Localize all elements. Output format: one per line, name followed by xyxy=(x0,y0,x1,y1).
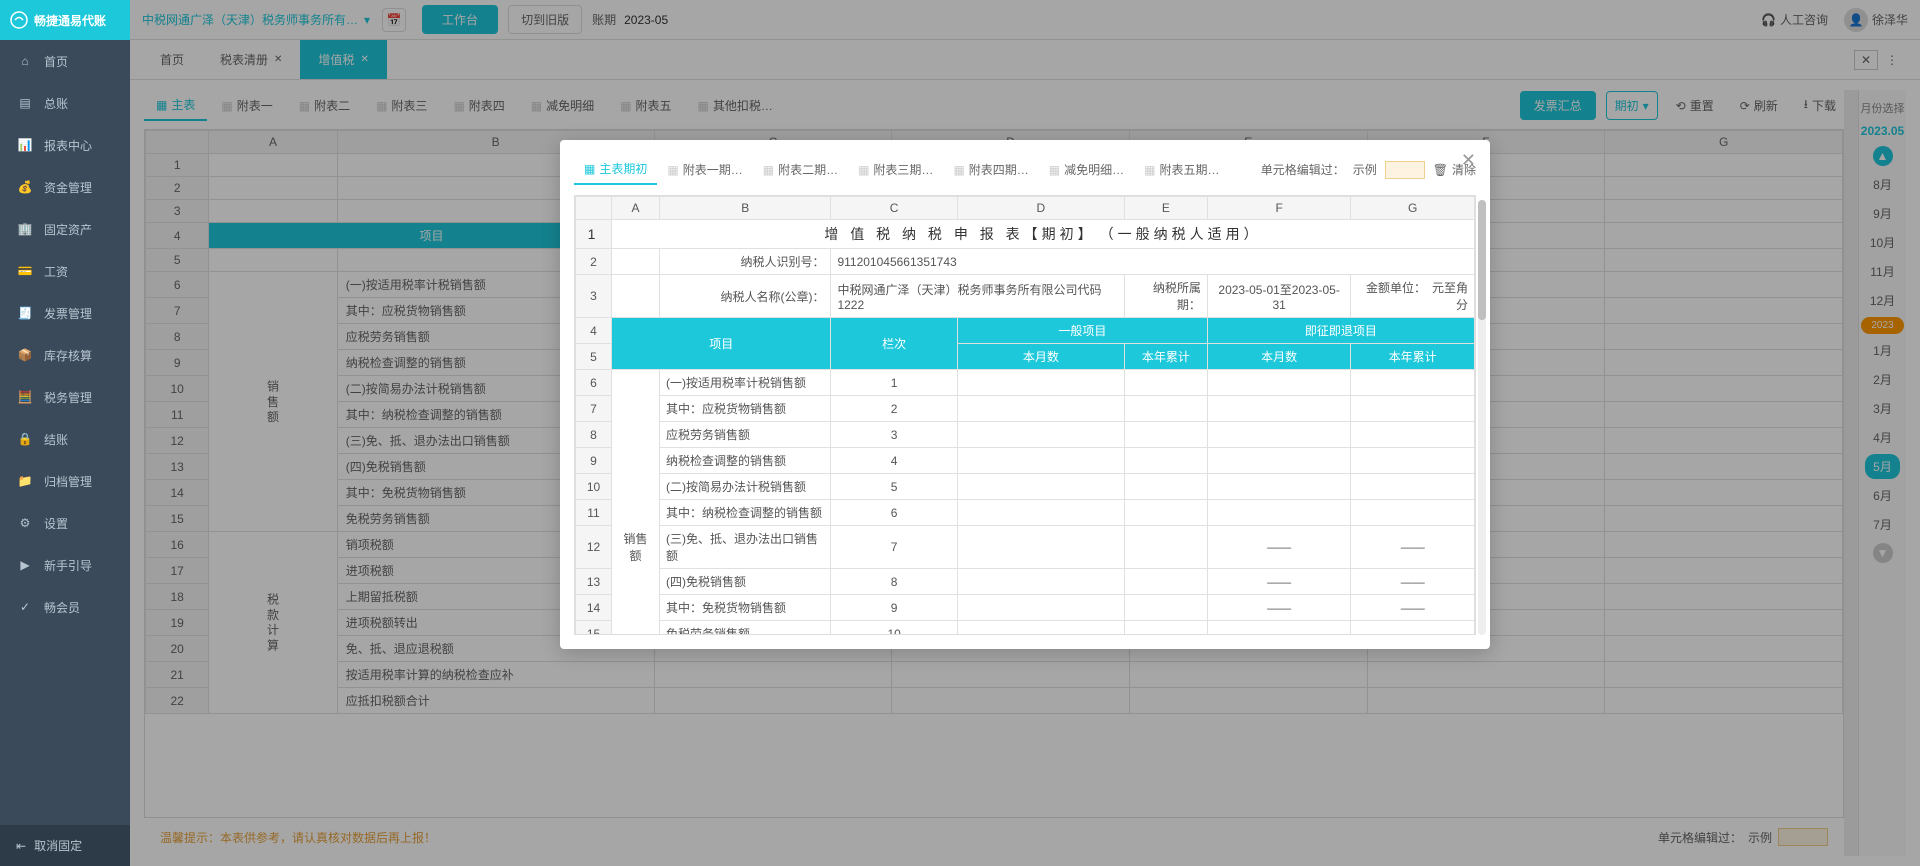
sidebar-item-vip[interactable]: ✓ 畅会员 xyxy=(0,586,130,628)
doc-icon: ▦ xyxy=(584,162,595,176)
modal-tab-label: 减免明细… xyxy=(1064,161,1124,178)
modal-tab-label: 附表四期… xyxy=(969,161,1029,178)
archive-icon: 📁 xyxy=(16,472,34,490)
sidebar-item-salary[interactable]: 💳 工资 xyxy=(0,250,130,292)
pin-icon: ⇤ xyxy=(16,839,26,853)
sidebar-item-label: 库存核算 xyxy=(44,347,92,364)
brand-logo: 畅捷通易代账 xyxy=(0,0,130,40)
asset-icon: 🏢 xyxy=(16,220,34,238)
sidebar-item-label: 报表中心 xyxy=(44,137,92,154)
example-label: 示例 xyxy=(1353,161,1377,178)
trash-icon: 🗑 xyxy=(1433,163,1448,177)
modal-spreadsheet[interactable]: ABCDEFG1增 值 税 纳 税 申 报 表【期初】 （一般纳税人适用）2纳税… xyxy=(574,195,1476,635)
chart-icon: 📊 xyxy=(16,136,34,154)
modal-tab[interactable]: ▦ 附表一期… xyxy=(657,154,752,185)
sidebar-item-asset[interactable]: 🏢 固定资产 xyxy=(0,208,130,250)
doc-icon: ▦ xyxy=(953,163,964,177)
sidebar-item-archive[interactable]: 📁 归档管理 xyxy=(0,460,130,502)
sidebar-item-label: 新手引导 xyxy=(44,557,92,574)
sidebar-item-ledger[interactable]: ▤ 总账 xyxy=(0,82,130,124)
modal-tab[interactable]: ▦ 附表四期… xyxy=(943,154,1038,185)
sidebar-item-label: 资金管理 xyxy=(44,179,92,196)
modal-tab-label: 附表一期… xyxy=(683,161,743,178)
stock-icon: 📦 xyxy=(16,346,34,364)
sidebar-item-home[interactable]: ⌂ 首页 xyxy=(0,40,130,82)
modal-tab[interactable]: ▦ 减免明细… xyxy=(1039,154,1134,185)
modal-tab[interactable]: ▦ 主表期初 xyxy=(574,154,657,185)
sidebar-item-label: 设置 xyxy=(44,515,68,532)
init-modal: ✕ ▦ 主表期初 ▦ 附表一期… ▦ 附表二期… ▦ 附表三期… ▦ 附表四期… ▦ 减免明细… ▦ 附表… xyxy=(560,140,1490,649)
ledger-icon: ▤ xyxy=(16,94,34,112)
salary-icon: 💳 xyxy=(16,262,34,280)
modal-tab-label: 主表期初 xyxy=(599,160,647,177)
sidebar-item-label: 归档管理 xyxy=(44,473,92,490)
sidebar-item-label: 畅会员 xyxy=(44,599,80,616)
cell-edited-label: 单元格编辑过： xyxy=(1261,161,1345,178)
sidebar-item-label: 总账 xyxy=(44,95,68,112)
modal-tab-label: 附表五期… xyxy=(1160,161,1220,178)
home-icon: ⌂ xyxy=(16,52,34,70)
modal-tab[interactable]: ▦ 附表三期… xyxy=(848,154,943,185)
doc-icon: ▦ xyxy=(1144,163,1155,177)
sidebar-item-stock[interactable]: 📦 库存核算 xyxy=(0,334,130,376)
logo-icon xyxy=(10,11,28,29)
sidebar-item-guide[interactable]: ▶ 新手引导 xyxy=(0,544,130,586)
tax-icon: 🧮 xyxy=(16,388,34,406)
guide-icon: ▶ xyxy=(16,556,34,574)
sidebar-item-label: 固定资产 xyxy=(44,221,92,238)
gear-icon: ⚙ xyxy=(16,514,34,532)
sidebar-item-label: 工资 xyxy=(44,263,68,280)
sidebar-item-label: 税务管理 xyxy=(44,389,92,406)
vip-icon: ✓ xyxy=(16,598,34,616)
modal-tab[interactable]: ▦ 附表二期… xyxy=(753,154,848,185)
sidebar: 畅捷通易代账 ⌂ 首页 ▤ 总账 📊 报表中心 💰 资金管理 🏢 固定资产 💳 工资 🧾 发票管理 📦 库存核… xyxy=(0,0,130,866)
sidebar-item-money[interactable]: 💰 资金管理 xyxy=(0,166,130,208)
modal-tab[interactable]: ▦ 附表五期… xyxy=(1134,154,1229,185)
modal-close-button[interactable]: ✕ xyxy=(1461,150,1476,171)
unpin-button[interactable]: ⇤ 取消固定 xyxy=(0,825,130,866)
sidebar-item-label: 结账 xyxy=(44,431,68,448)
modal-overlay: ✕ ▦ 主表期初 ▦ 附表一期… ▦ 附表二期… ▦ 附表三期… ▦ 附表四期… ▦ 减免明细… ▦ 附表… xyxy=(130,0,1920,866)
money-icon: 💰 xyxy=(16,178,34,196)
sidebar-item-label: 首页 xyxy=(44,53,68,70)
sidebar-item-close-period[interactable]: 🔒 结账 xyxy=(0,418,130,460)
close-period-icon: 🔒 xyxy=(16,430,34,448)
modal-tab-label: 附表二期… xyxy=(778,161,838,178)
doc-icon: ▦ xyxy=(1049,163,1060,177)
sidebar-item-gear[interactable]: ⚙ 设置 xyxy=(0,502,130,544)
sidebar-item-chart[interactable]: 📊 报表中心 xyxy=(0,124,130,166)
doc-icon: ▦ xyxy=(667,163,678,177)
example-swatch xyxy=(1385,161,1425,179)
sidebar-item-label: 发票管理 xyxy=(44,305,92,322)
sidebar-item-invoice[interactable]: 🧾 发票管理 xyxy=(0,292,130,334)
modal-tab-label: 附表三期… xyxy=(873,161,933,178)
doc-icon: ▦ xyxy=(763,163,774,177)
sidebar-item-tax[interactable]: 🧮 税务管理 xyxy=(0,376,130,418)
invoice-icon: 🧾 xyxy=(16,304,34,322)
doc-icon: ▦ xyxy=(858,163,869,177)
